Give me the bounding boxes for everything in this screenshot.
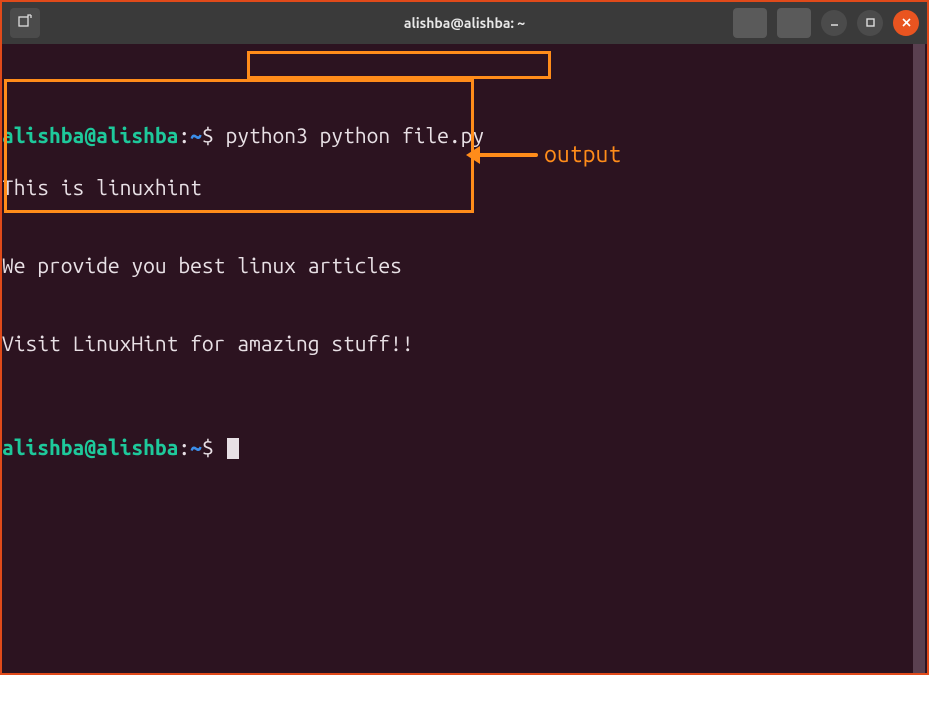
menu-button[interactable]	[777, 8, 811, 38]
close-button[interactable]	[893, 10, 919, 36]
search-button[interactable]	[733, 8, 767, 38]
cursor	[227, 438, 239, 459]
prompt-dollar: $	[202, 123, 214, 147]
prompt-line-2: alishba@alishba:~$	[2, 434, 927, 460]
titlebar-right	[733, 8, 919, 38]
terminal-body[interactable]: alishba@alishba:~$ python3 python file.p…	[2, 44, 927, 673]
titlebar-left	[10, 8, 40, 38]
prompt-dollar: $	[202, 435, 214, 459]
prompt-separator: :	[178, 435, 190, 459]
close-icon	[901, 15, 912, 31]
command-text: python3 python file.py	[225, 123, 484, 147]
output-line-5: Visit LinuxHint for amazing stuff!!	[2, 330, 927, 356]
prompt-line-1: alishba@alishba:~$ python3 python file.p…	[2, 122, 927, 148]
scrollbar[interactable]	[911, 44, 927, 673]
scrollbar-thumb[interactable]	[913, 44, 925, 673]
minimize-icon	[829, 15, 840, 31]
new-tab-button[interactable]	[10, 8, 40, 38]
output-line-1: This is linuxhint	[2, 174, 927, 200]
annotation-command-highlight	[247, 51, 551, 79]
maximize-icon	[865, 15, 876, 31]
new-tab-icon	[17, 14, 33, 33]
terminal-content: alishba@alishba:~$ python3 python file.p…	[2, 96, 927, 512]
terminal-window: alishba@alishba: ~	[0, 0, 929, 675]
maximize-button[interactable]	[857, 10, 883, 36]
prompt-user-host: alishba@alishba	[2, 123, 178, 147]
titlebar: alishba@alishba: ~	[2, 2, 927, 44]
prompt-path: ~	[190, 435, 202, 459]
output-blank	[2, 382, 927, 408]
prompt-separator: :	[178, 123, 190, 147]
output-line-3: We provide you best linux articles	[2, 252, 927, 278]
prompt-user-host: alishba@alishba	[2, 435, 178, 459]
prompt-path: ~	[190, 123, 202, 147]
minimize-button[interactable]	[821, 10, 847, 36]
